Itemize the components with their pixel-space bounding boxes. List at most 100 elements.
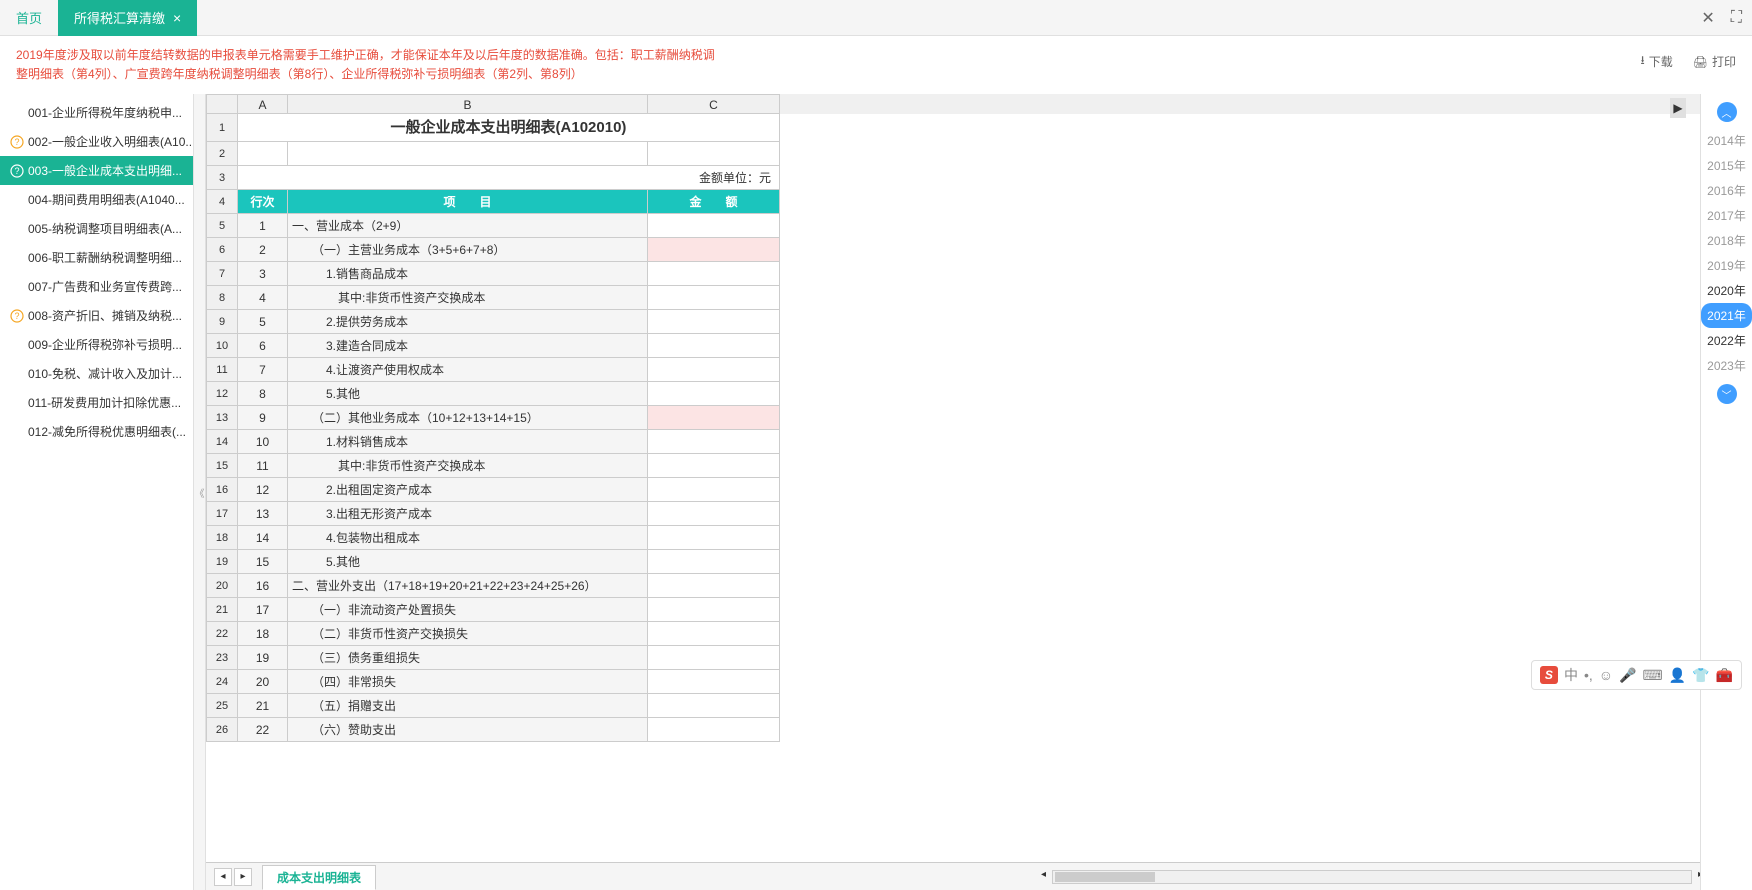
row-header-2[interactable]: 2 <box>206 142 238 166</box>
year-scroll-down[interactable]: ﹀ <box>1717 384 1737 404</box>
ime-lang[interactable]: 中 <box>1564 665 1578 685</box>
print-button[interactable]: 🖨 打印 <box>1693 53 1736 70</box>
ime-keyboard-icon[interactable]: ⌨ <box>1642 667 1662 684</box>
row-header-23[interactable]: 23 <box>206 646 238 670</box>
year-item-2022年[interactable]: 2022年 <box>1701 328 1752 353</box>
amount-cell[interactable] <box>648 550 780 574</box>
sidebar-item-form-5[interactable]: 005-纳税调整项目明细表(A... <box>0 214 193 243</box>
amount-cell[interactable] <box>648 238 780 262</box>
row-header-21[interactable]: 21 <box>206 598 238 622</box>
year-item-2021年[interactable]: 2021年 <box>1701 303 1752 328</box>
sheet-nav-last[interactable]: ▸ <box>234 868 252 886</box>
amount-cell[interactable] <box>648 334 780 358</box>
sidebar-item-form-10[interactable]: 010-免税、减计收入及加计... <box>0 359 193 388</box>
item-label: （一）主营业务成本（3+5+6+7+8） <box>288 238 648 262</box>
sheet-tab[interactable]: 成本支出明细表 <box>262 865 376 890</box>
year-item-2019年[interactable]: 2019年 <box>1701 253 1752 278</box>
sidebar-item-form-2[interactable]: ?002-一般企业收入明细表(A10... <box>0 127 193 156</box>
ime-user-icon[interactable]: 👤 <box>1669 667 1686 684</box>
row-header-18[interactable]: 18 <box>206 526 238 550</box>
amount-cell[interactable] <box>648 598 780 622</box>
row-header-7[interactable]: 7 <box>206 262 238 286</box>
col-header-A[interactable]: A <box>238 94 288 114</box>
amount-cell[interactable] <box>648 694 780 718</box>
amount-cell[interactable] <box>648 358 780 382</box>
row-header-14[interactable]: 14 <box>206 430 238 454</box>
row-header-20[interactable]: 20 <box>206 574 238 598</box>
sidebar-item-form-3[interactable]: ?003-一般企业成本支出明细... <box>0 156 193 185</box>
tab-tax-settlement[interactable]: 所得税汇算清缴 × <box>58 0 197 36</box>
amount-cell[interactable] <box>648 718 780 742</box>
year-item-2015年[interactable]: 2015年 <box>1701 153 1752 178</box>
close-icon[interactable]: × <box>173 10 181 26</box>
horizontal-scrollbar[interactable]: ◂ ▸ <box>1052 870 1692 884</box>
year-item-2017年[interactable]: 2017年 <box>1701 203 1752 228</box>
row-header-22[interactable]: 22 <box>206 622 238 646</box>
row-header-9[interactable]: 9 <box>206 310 238 334</box>
download-button[interactable]: ⭳ 下载 <box>1641 51 1673 72</box>
year-item-2014年[interactable]: 2014年 <box>1701 128 1752 153</box>
amount-cell[interactable] <box>648 646 780 670</box>
expand-right-icon[interactable]: ▶ <box>1670 98 1686 118</box>
year-item-2016年[interactable]: 2016年 <box>1701 178 1752 203</box>
row-header-8[interactable]: 8 <box>206 286 238 310</box>
row-header-25[interactable]: 25 <box>206 694 238 718</box>
col-header-C[interactable]: C <box>648 94 780 114</box>
line-number: 11 <box>238 454 288 478</box>
amount-cell[interactable] <box>648 430 780 454</box>
sidebar-item-form-12[interactable]: 012-减免所得税优惠明细表(... <box>0 417 193 446</box>
ime-punct-icon[interactable]: •, <box>1584 667 1593 683</box>
ime-toolbox-icon[interactable]: 🧰 <box>1716 667 1733 684</box>
sidebar-item-form-6[interactable]: 006-职工薪酬纳税调整明细... <box>0 243 193 272</box>
row-header-4[interactable]: 4 <box>206 190 238 214</box>
amount-cell[interactable] <box>648 262 780 286</box>
line-number: 15 <box>238 550 288 574</box>
row-header-10[interactable]: 10 <box>206 334 238 358</box>
amount-cell[interactable] <box>648 310 780 334</box>
ime-logo-icon[interactable]: S <box>1540 666 1558 684</box>
row-header-1[interactable]: 1 <box>206 114 238 142</box>
year-item-2018年[interactable]: 2018年 <box>1701 228 1752 253</box>
amount-cell[interactable] <box>648 454 780 478</box>
row-header-13[interactable]: 13 <box>206 406 238 430</box>
row-header-17[interactable]: 17 <box>206 502 238 526</box>
sidebar-collapse-handle[interactable]: 《 <box>194 94 206 890</box>
row-header-19[interactable]: 19 <box>206 550 238 574</box>
amount-cell[interactable] <box>648 622 780 646</box>
year-scroll-up[interactable]: ︿ <box>1717 102 1737 122</box>
sidebar-item-form-9[interactable]: 009-企业所得税弥补亏损明... <box>0 330 193 359</box>
amount-cell[interactable] <box>648 382 780 406</box>
sidebar-item-form-4[interactable]: 004-期间费用明细表(A1040... <box>0 185 193 214</box>
row-header-11[interactable]: 11 <box>206 358 238 382</box>
sidebar-item-form-11[interactable]: 011-研发费用加计扣除优惠... <box>0 388 193 417</box>
tab-home[interactable]: 首页 <box>0 0 58 36</box>
row-header-3[interactable]: 3 <box>206 166 238 190</box>
amount-cell[interactable] <box>648 670 780 694</box>
ime-mic-icon[interactable]: 🎤 <box>1619 667 1636 684</box>
row-header-15[interactable]: 15 <box>206 454 238 478</box>
ime-skin-icon[interactable]: 👕 <box>1692 667 1709 684</box>
sidebar-item-form-7[interactable]: 007-广告费和业务宣传费跨... <box>0 272 193 301</box>
row-header-5[interactable]: 5 <box>206 214 238 238</box>
amount-cell[interactable] <box>648 502 780 526</box>
amount-cell[interactable] <box>648 574 780 598</box>
amount-cell[interactable] <box>648 478 780 502</box>
amount-cell[interactable] <box>648 526 780 550</box>
row-header-6[interactable]: 6 <box>206 238 238 262</box>
year-item-2023年[interactable]: 2023年 <box>1701 353 1752 378</box>
sidebar-item-form-1[interactable]: 001-企业所得税年度纳税申... <box>0 98 193 127</box>
sidebar-item-form-8[interactable]: ?008-资产折旧、摊销及纳税... <box>0 301 193 330</box>
year-item-2020年[interactable]: 2020年 <box>1701 278 1752 303</box>
amount-cell[interactable] <box>648 406 780 430</box>
row-header-16[interactable]: 16 <box>206 478 238 502</box>
amount-cell[interactable] <box>648 286 780 310</box>
sheet-nav-first[interactable]: ◂ <box>214 868 232 886</box>
col-header-B[interactable]: B <box>288 94 648 114</box>
row-header-12[interactable]: 12 <box>206 382 238 406</box>
ime-emoji-icon[interactable]: ☺ <box>1599 667 1613 683</box>
fullscreen-icon[interactable]: ⛶ <box>1731 9 1742 27</box>
row-header-26[interactable]: 26 <box>206 718 238 742</box>
close-window-icon[interactable]: ✕ <box>1701 8 1714 28</box>
row-header-24[interactable]: 24 <box>206 670 238 694</box>
amount-cell[interactable] <box>648 214 780 238</box>
